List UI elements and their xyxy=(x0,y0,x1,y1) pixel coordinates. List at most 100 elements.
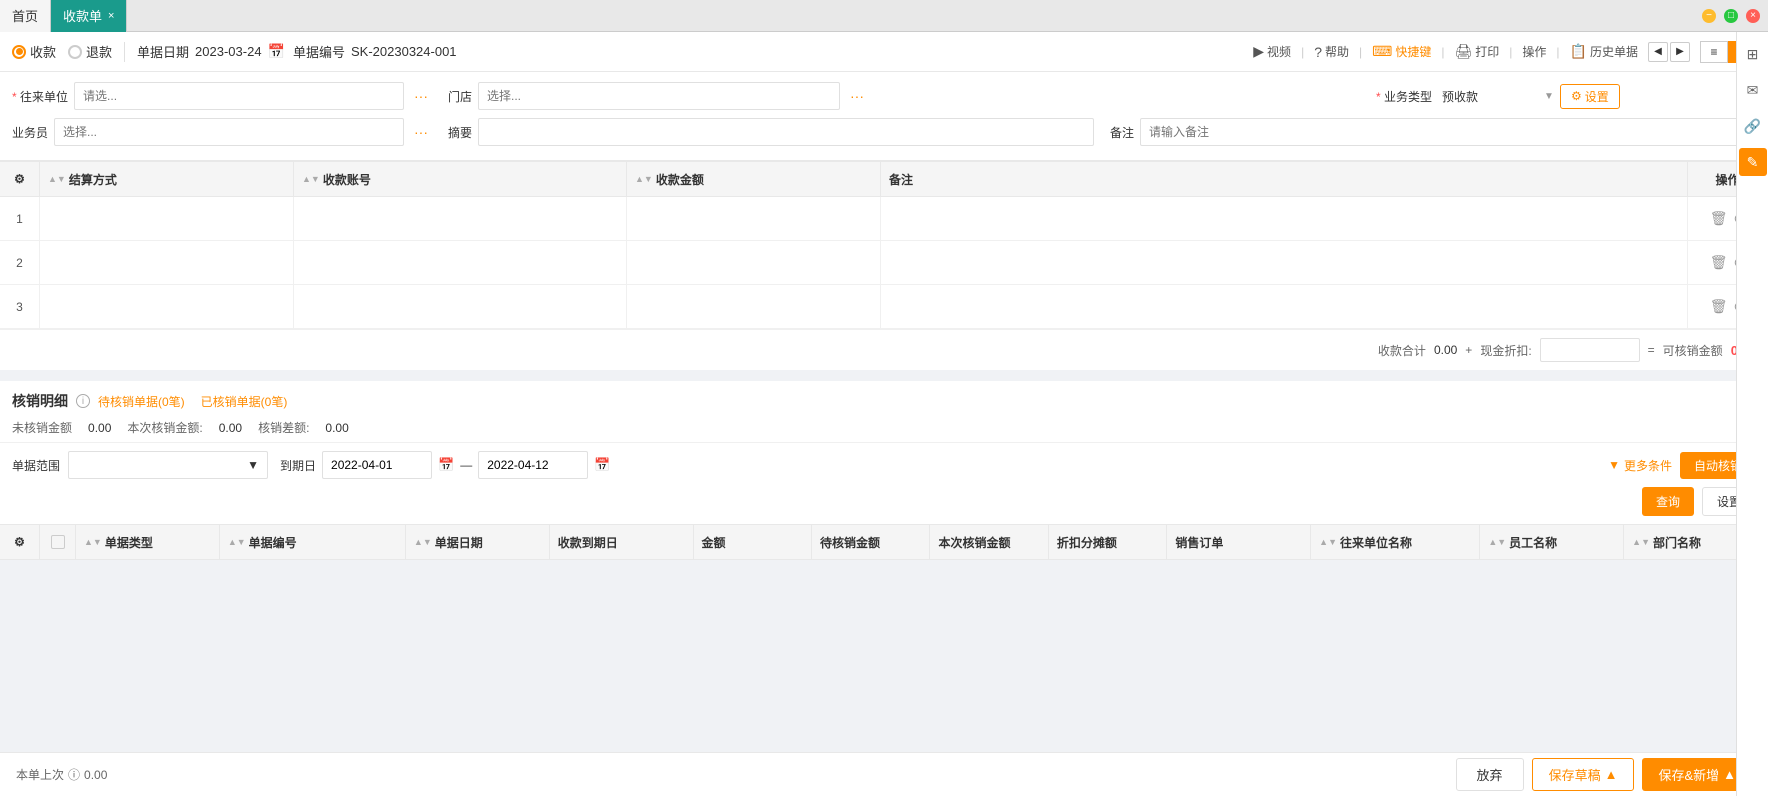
amount-header-label: 收款金额 xyxy=(656,171,704,188)
table-row: 1 🗑 ⊕ xyxy=(0,197,1768,241)
row-1-remark[interactable] xyxy=(881,197,1688,240)
row-2-amount[interactable] xyxy=(627,241,881,284)
staff-input[interactable] xyxy=(54,118,404,146)
row-2-account[interactable] xyxy=(294,241,627,284)
row-3-remark[interactable] xyxy=(881,285,1688,328)
total-value: 0.00 xyxy=(1434,343,1457,357)
operation-btn[interactable]: 操作 xyxy=(1522,43,1546,60)
tab-done[interactable]: 已核销单据(0笔) xyxy=(201,393,288,410)
tab-home[interactable]: 首页 xyxy=(0,0,51,32)
due-date-start-input[interactable] xyxy=(322,451,432,479)
row-1-delete-btn[interactable]: 🗑 xyxy=(1710,210,1728,227)
more-conditions-btn[interactable]: ▼ 更多条件 xyxy=(1608,457,1672,474)
note-field: 备注 xyxy=(1110,118,1756,146)
cal-icon-1[interactable]: 📅 xyxy=(438,457,454,473)
summary-input[interactable] xyxy=(478,118,1094,146)
help-btn[interactable]: ? 帮助 xyxy=(1314,43,1349,60)
save-draft-label: 保存草稿 xyxy=(1549,765,1601,784)
business-type-dropdown-icon[interactable]: ▼ xyxy=(1544,91,1554,102)
sidebar-link-icon[interactable]: 🔗 xyxy=(1739,112,1767,140)
settings-btn[interactable]: ⚙ 设置 xyxy=(1560,84,1620,109)
close-button[interactable]: × xyxy=(1746,9,1760,23)
row-3-account[interactable] xyxy=(294,285,627,328)
tab-receipt-close[interactable]: × xyxy=(108,10,114,22)
tab-receipt[interactable]: 收款单 × xyxy=(51,0,127,32)
contact-more-btn[interactable]: ··· xyxy=(410,88,432,104)
store-field: 门店 ··· xyxy=(448,82,868,110)
row-2-method[interactable] xyxy=(40,241,294,284)
store-input[interactable] xyxy=(478,82,840,110)
save-dropdown-icon[interactable]: ▲ xyxy=(1723,767,1736,782)
video-btn[interactable]: ▶ 视频 xyxy=(1253,43,1291,60)
this-time-value: 0.00 xyxy=(219,421,242,435)
sort-icon-date[interactable]: ▲▼ xyxy=(414,537,432,547)
sort-icon-staff[interactable]: ▲▼ xyxy=(1488,537,1506,547)
calendar-icon[interactable]: 📅 xyxy=(268,43,285,60)
form-row-2: 业务员 ··· 摘要 备注 xyxy=(12,118,1756,146)
sort-icon-contact[interactable]: ▲▼ xyxy=(1319,537,1337,547)
discount-header: 折扣分摊额 xyxy=(1057,534,1117,551)
receipt-radio[interactable]: 收款 xyxy=(12,42,56,61)
shortcut-btn[interactable]: ⌨ 快捷键 xyxy=(1372,43,1431,60)
sort-icon-dept[interactable]: ▲▼ xyxy=(1632,537,1650,547)
staff-more-btn[interactable]: ··· xyxy=(410,124,432,140)
filter-icon: ▼ xyxy=(1608,458,1620,472)
due-date-end-input[interactable] xyxy=(478,451,588,479)
scope-select[interactable]: ▼ xyxy=(68,451,268,479)
note-input[interactable] xyxy=(1140,118,1756,146)
sort-icon[interactable]: ▲▼ xyxy=(48,174,66,184)
discount-input[interactable] xyxy=(1540,338,1640,362)
receipt-table: ⚙ ▲▼ 结算方式 ▲▼ 收款账号 ▲▼ 收款金额 备注 操作 1 🗑 xyxy=(0,161,1768,329)
store-more-btn[interactable]: ··· xyxy=(846,88,868,104)
sort-icon-type[interactable]: ▲▼ xyxy=(84,537,102,547)
prev-btn[interactable]: ◀ xyxy=(1648,42,1668,62)
sort-icon-docnum[interactable]: ▲▼ xyxy=(228,537,246,547)
due-date-range: 到期日 📅 — 📅 xyxy=(280,451,610,479)
tab-pending[interactable]: 待核销单据(0笔) xyxy=(98,393,185,410)
dept-header: 部门名称 xyxy=(1653,534,1701,551)
query-btn[interactable]: 查询 xyxy=(1642,487,1694,516)
writeoff-toolbar: 单据范围 ▼ 到期日 📅 — 📅 ▼ 更多条件 自动核销 xyxy=(0,443,1768,487)
contact-input[interactable] xyxy=(74,82,404,110)
list-view-btn[interactable]: ≡ xyxy=(1700,41,1728,63)
table-row: 3 🗑 ⊕ xyxy=(0,285,1768,329)
print-btn[interactable]: 🖨 打印 xyxy=(1454,43,1499,60)
row-3-amount[interactable] xyxy=(627,285,881,328)
row-2-delete-btn[interactable]: 🗑 xyxy=(1710,254,1728,271)
cal-icon-2[interactable]: 📅 xyxy=(594,457,610,473)
sidebar-edit-icon[interactable]: ✎ xyxy=(1739,148,1767,176)
sidebar-mail-icon[interactable]: ✉ xyxy=(1739,76,1767,104)
writeoff-info-icon[interactable]: i xyxy=(76,394,90,408)
bottom-info-icon[interactable]: ⓘ xyxy=(68,766,80,783)
wcol-settings[interactable]: ⚙ xyxy=(0,525,40,559)
more-conditions-label: 更多条件 xyxy=(1624,457,1672,474)
select-all-checkbox[interactable] xyxy=(51,535,65,549)
row-2-remark[interactable] xyxy=(881,241,1688,284)
table-settings-col[interactable]: ⚙ xyxy=(0,162,40,196)
doc-num-label: 单据编号 xyxy=(293,42,345,61)
refund-radio[interactable]: 退款 xyxy=(68,42,112,61)
maximize-button[interactable]: □ xyxy=(1724,9,1738,23)
minimize-button[interactable]: − xyxy=(1702,9,1716,23)
row-3-num: 3 xyxy=(0,285,40,328)
next-btn[interactable]: ▶ xyxy=(1670,42,1690,62)
row-1-account[interactable] xyxy=(294,197,627,240)
row-1-method[interactable] xyxy=(40,197,294,240)
equals-sign: = xyxy=(1648,343,1655,357)
sort-icon-2[interactable]: ▲▼ xyxy=(302,174,320,184)
row-3-method[interactable] xyxy=(40,285,294,328)
row-3-delete-btn[interactable]: 🗑 xyxy=(1710,298,1728,315)
history-btn[interactable]: 📋 历史单据 xyxy=(1570,43,1638,60)
writeoff-header: 核销明细 i 待核销单据(0笔) 已核销单据(0笔) 未核销金额 0.00 本次… xyxy=(0,381,1768,443)
discard-button[interactable]: 放弃 xyxy=(1456,758,1524,791)
sidebar-table-icon[interactable]: ⊞ xyxy=(1739,40,1767,68)
wcol-checkbox[interactable] xyxy=(40,525,76,559)
writeoff-toolbar-right: ▼ 更多条件 自动核销 xyxy=(1608,452,1756,479)
draft-dropdown-icon[interactable]: ▲ xyxy=(1605,767,1618,782)
wcol-doc-type: ▲▼ 单据类型 xyxy=(76,525,220,559)
row-1-amount[interactable] xyxy=(627,197,881,240)
tab-receipt-label: 收款单 xyxy=(63,6,102,25)
table-header: ⚙ ▲▼ 结算方式 ▲▼ 收款账号 ▲▼ 收款金额 备注 操作 xyxy=(0,161,1768,197)
save-draft-button[interactable]: 保存草稿 ▲ xyxy=(1532,758,1635,791)
sort-icon-3[interactable]: ▲▼ xyxy=(635,174,653,184)
